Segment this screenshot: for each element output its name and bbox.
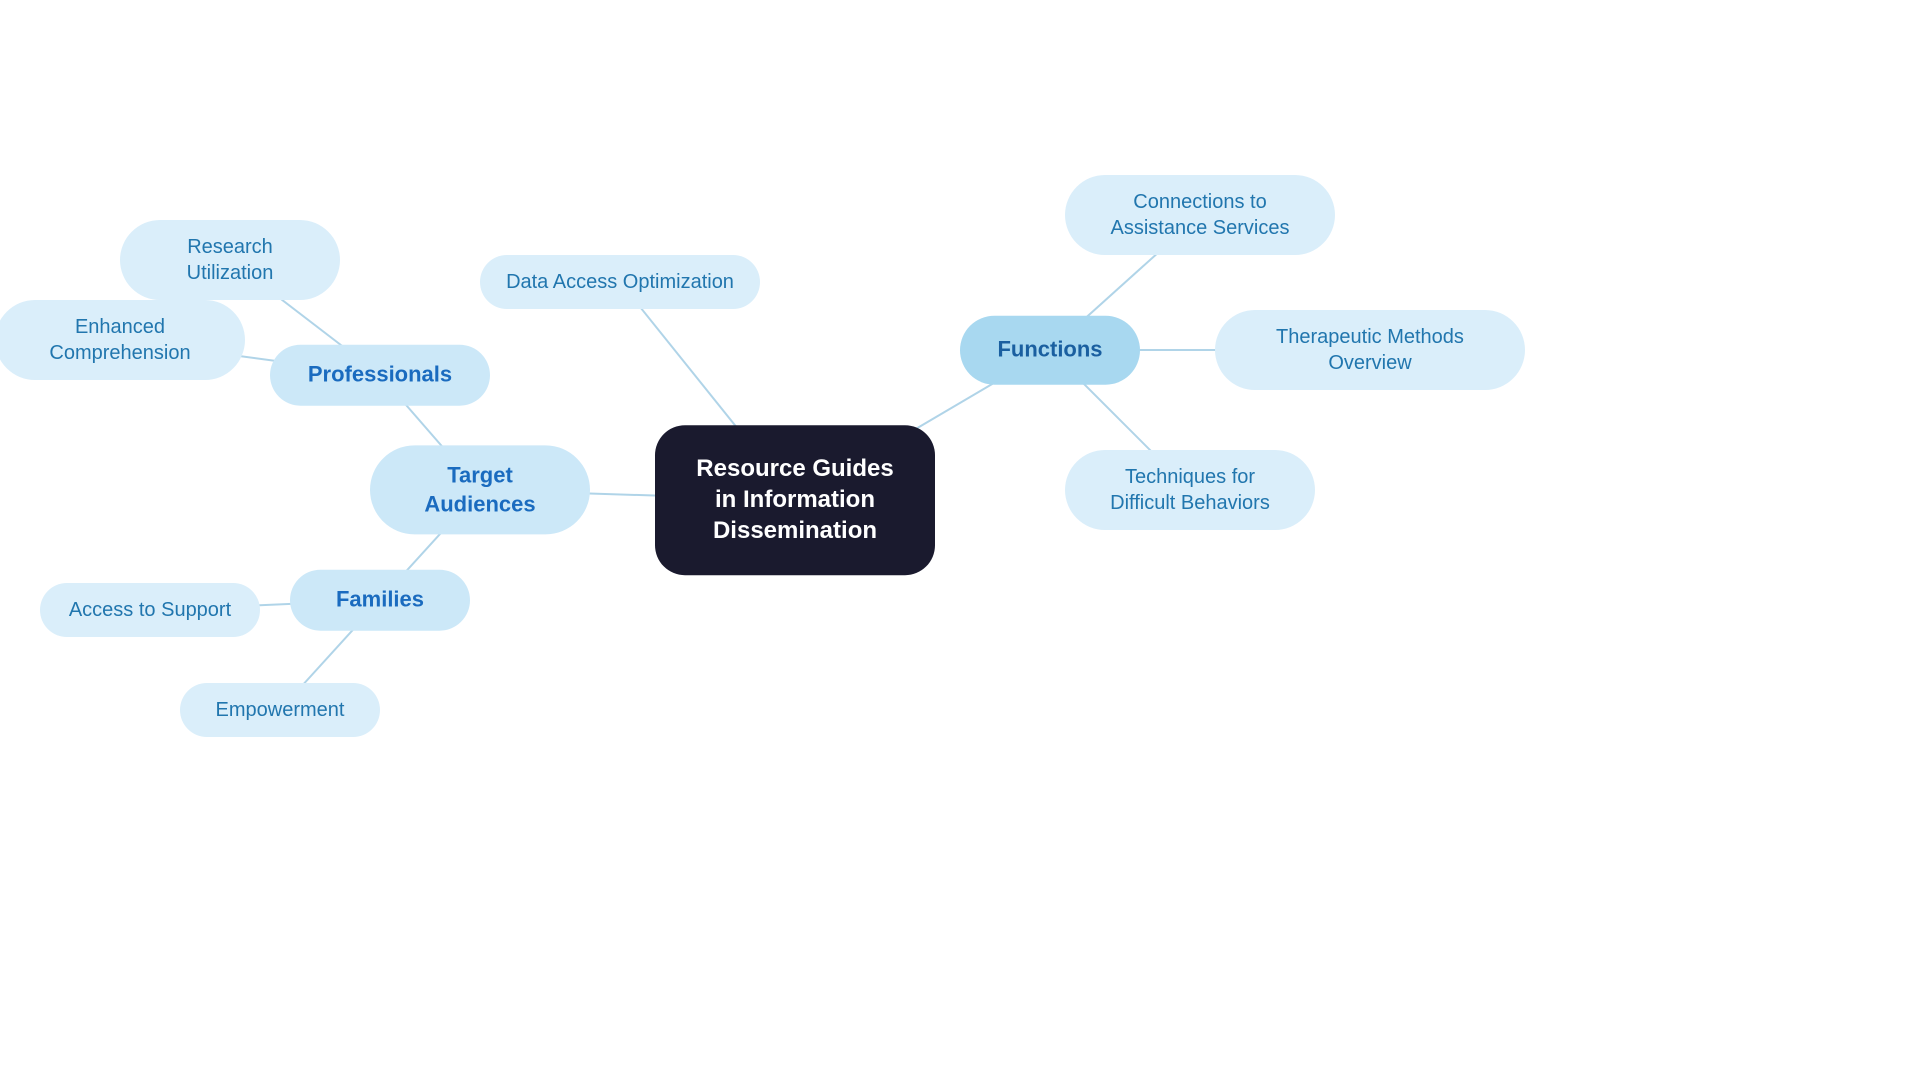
professionals-node[interactable]: Professionals (270, 345, 490, 406)
techniques-node[interactable]: Techniques for Difficult Behaviors (1065, 450, 1315, 530)
research-utilization-node[interactable]: Research Utilization (120, 220, 340, 300)
data-access-node[interactable]: Data Access Optimization (480, 255, 760, 309)
enhanced-comprehension-node[interactable]: Enhanced Comprehension (0, 300, 245, 380)
mindmap-lines (0, 0, 1920, 1083)
functions-node[interactable]: Functions (960, 316, 1140, 385)
therapeutic-node[interactable]: Therapeutic Methods Overview (1215, 310, 1525, 390)
target-audiences-node[interactable]: Target Audiences (370, 445, 590, 534)
empowerment-node[interactable]: Empowerment (180, 683, 380, 737)
center-node: Resource Guides in Information Dissemina… (655, 425, 935, 575)
families-node[interactable]: Families (290, 570, 470, 631)
connections-node[interactable]: Connections to Assistance Services (1065, 175, 1335, 255)
access-to-support-node[interactable]: Access to Support (40, 583, 260, 637)
